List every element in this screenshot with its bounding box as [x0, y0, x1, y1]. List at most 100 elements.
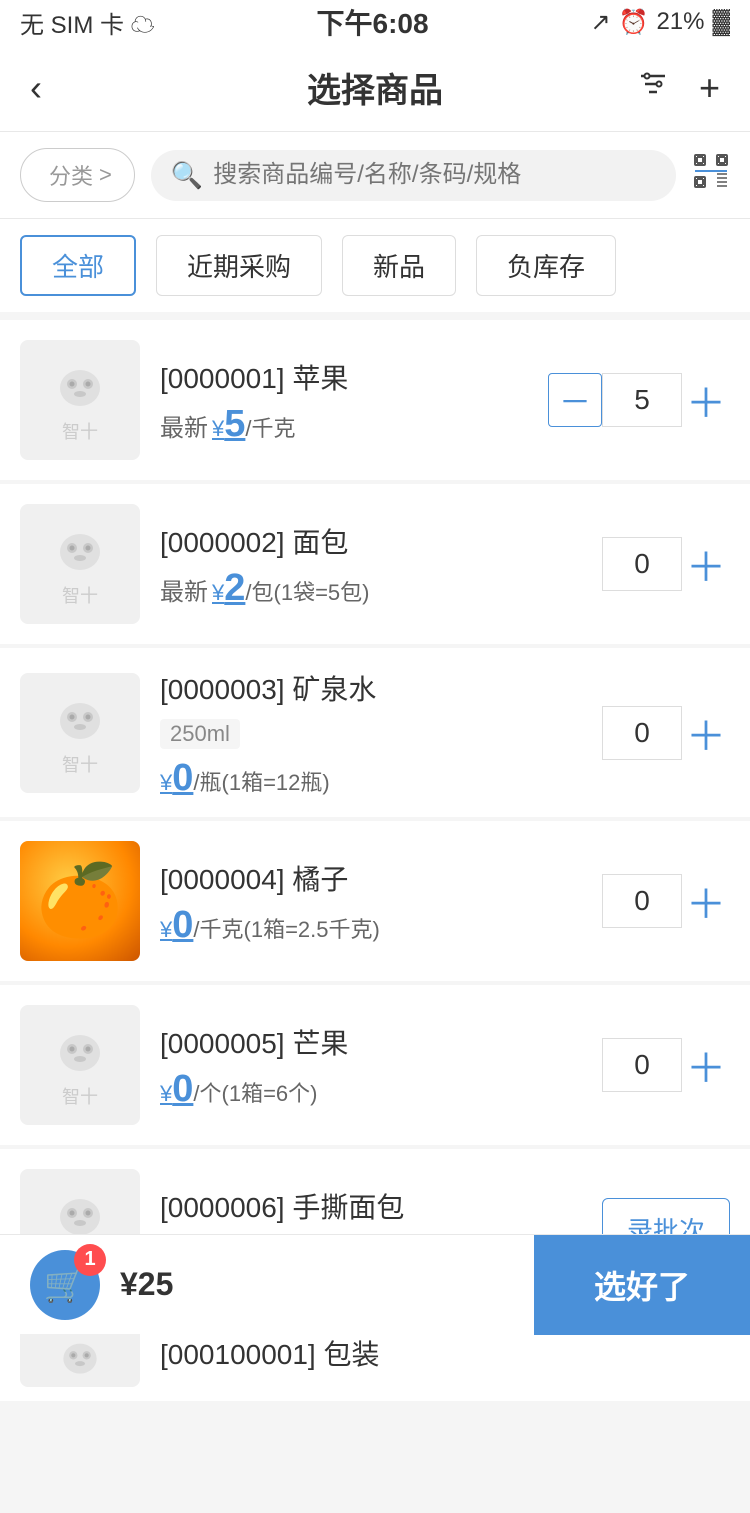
price-unit: /个(1箱=6个) [193, 1076, 317, 1108]
price-row: 最新 ¥ 5 /千克 [160, 405, 528, 443]
product-item: 智十 [0000005] 芒果 ¥ 0 /个(1箱=6个) ＋ [0, 985, 750, 1145]
price-unit: /千克(1箱=2.5千克) [193, 912, 379, 944]
bottom-bar: 🛒 1 ¥25 选好了 [0, 1234, 750, 1334]
decrease-button[interactable]: － [548, 373, 602, 427]
search-box: 🔍 [151, 150, 676, 201]
status-right: ↗ ⏰ 21% ▓ [590, 8, 730, 37]
scan-icon[interactable] [692, 152, 730, 198]
price-row: ¥ 0 /个(1箱=6个) [160, 1070, 582, 1108]
placeholder-owl: 智十 [50, 1021, 110, 1109]
price-row: ¥ 0 /瓶(1箱=12瓶) [160, 759, 582, 797]
product-info: [0000003] 矿泉水 250ml ¥ 0 /瓶(1箱=12瓶) [160, 668, 582, 797]
price-value: 2 [224, 569, 245, 607]
battery-label: 21% [656, 8, 704, 36]
quantity-input[interactable] [602, 706, 682, 760]
price-row: ¥ 0 /千克(1箱=2.5千克) [160, 906, 582, 944]
product-image: 智十 [20, 1005, 140, 1125]
location-icon: ↗ [590, 8, 610, 37]
increase-button[interactable]: ＋ [682, 706, 730, 760]
tab-recent[interactable]: 近期采购 [156, 235, 322, 296]
quantity-control: － ＋ [548, 373, 730, 427]
price-value: 0 [172, 759, 193, 797]
product-info: [0000002] 面包 最新 ¥ 2 /包(1袋=5包) [160, 521, 582, 607]
placeholder-owl: 智十 [50, 356, 110, 444]
status-bar: 无 SIM 卡 ☁ 下午6:08 ↗ ⏰ 21% ▓ [0, 0, 750, 44]
product-list: 智十 [0000001] 苹果 最新 ¥ 5 /千克 － ＋ [0, 320, 750, 1513]
product-image: 智十 [20, 673, 140, 793]
placeholder-owl: 智十 [50, 689, 110, 777]
price-value: 0 [172, 1070, 193, 1108]
price-prefix: 最新 [160, 408, 208, 443]
product-spec: 250ml [160, 719, 240, 749]
search-icon: 🔍 [171, 160, 203, 191]
tab-all[interactable]: 全部 [20, 235, 136, 296]
battery-icon: ▓ [712, 8, 730, 36]
product-name: [0000005] 芒果 [160, 1022, 582, 1062]
tab-negative[interactable]: 负库存 [476, 235, 616, 296]
price-unit: /包(1袋=5包) [245, 575, 369, 607]
nav-right: + [637, 67, 720, 109]
product-name: [0000003] 矿泉水 [160, 668, 582, 708]
nav-bar: ‹ 选择商品 + [0, 44, 750, 132]
placeholder-owl: 智十 [50, 520, 110, 608]
price-value: 5 [224, 405, 245, 443]
product-image: 智十 [20, 504, 140, 624]
product-item: 智十 [0000002] 面包 最新 ¥ 2 /包(1袋=5包) ＋ [0, 484, 750, 644]
add-button[interactable]: + [699, 67, 720, 109]
price-value: 0 [172, 906, 193, 944]
quantity-input[interactable] [602, 373, 682, 427]
sim-label: 无 SIM 卡 ☁ [20, 5, 155, 40]
search-input[interactable] [213, 161, 656, 189]
quantity-control: ＋ [602, 706, 730, 760]
category-label: 分类 [49, 159, 93, 191]
confirm-button[interactable]: 选好了 [534, 1235, 750, 1335]
quantity-control: ＋ [602, 537, 730, 591]
price-prefix: 最新 [160, 572, 208, 607]
product-info: [0000001] 苹果 最新 ¥ 5 /千克 [160, 357, 528, 443]
nav-left: ‹ [30, 67, 42, 109]
cart-button[interactable]: 🛒 1 [30, 1250, 100, 1320]
product-info: [000100001] 包装 [160, 1333, 730, 1381]
currency: ¥ [160, 1081, 172, 1107]
currency: ¥ [160, 770, 172, 796]
quantity-input[interactable] [602, 1038, 682, 1092]
category-button[interactable]: 分类 > [20, 148, 135, 202]
tab-new[interactable]: 新品 [342, 235, 456, 296]
product-image: 🍊 [20, 841, 140, 961]
back-button[interactable]: ‹ [30, 67, 42, 109]
cart-area: 🛒 1 ¥25 [0, 1250, 534, 1320]
product-name: [0000002] 面包 [160, 521, 582, 561]
orange-emoji: 🍊 [36, 860, 123, 942]
product-image [20, 1327, 140, 1387]
currency: ¥ [212, 416, 224, 442]
product-name: [0000004] 橘子 [160, 858, 582, 898]
increase-button[interactable]: ＋ [682, 537, 730, 591]
quantity-input[interactable] [602, 537, 682, 591]
cart-total: ¥25 [120, 1266, 173, 1303]
product-item: 智十 [0000001] 苹果 最新 ¥ 5 /千克 － ＋ [0, 320, 750, 480]
page-title: 选择商品 [307, 63, 443, 112]
product-item: 智十 [0000003] 矿泉水 250ml ¥ 0 /瓶(1箱=12瓶) ＋ [0, 648, 750, 817]
product-item: 🍊 [0000004] 橘子 ¥ 0 /千克(1箱=2.5千克) ＋ [0, 821, 750, 981]
quantity-control: ＋ [602, 1038, 730, 1092]
price-row: 最新 ¥ 2 /包(1袋=5包) [160, 569, 582, 607]
product-name: [0000001] 苹果 [160, 357, 528, 397]
product-info: [0000004] 橘子 ¥ 0 /千克(1箱=2.5千克) [160, 858, 582, 944]
quantity-input[interactable] [602, 874, 682, 928]
currency: ¥ [212, 580, 224, 606]
filter-icon[interactable] [637, 68, 669, 107]
increase-button[interactable]: ＋ [682, 373, 730, 427]
product-name: [0000006] 手撕面包 [160, 1186, 582, 1226]
quantity-control: ＋ [602, 874, 730, 928]
status-left: 无 SIM 卡 ☁ [20, 5, 155, 40]
filter-bar: 分类 > 🔍 [0, 132, 750, 219]
product-image: 智十 [20, 340, 140, 460]
currency: ¥ [160, 917, 172, 943]
tabs: 全部 近期采购 新品 负库存 [0, 219, 750, 320]
product-info: [0000005] 芒果 ¥ 0 /个(1箱=6个) [160, 1022, 582, 1108]
product-name: [000100001] 包装 [160, 1333, 730, 1373]
cart-badge: 1 [74, 1244, 106, 1276]
increase-button[interactable]: ＋ [682, 1038, 730, 1092]
increase-button[interactable]: ＋ [682, 874, 730, 928]
status-time: 下午6:08 [317, 2, 429, 42]
